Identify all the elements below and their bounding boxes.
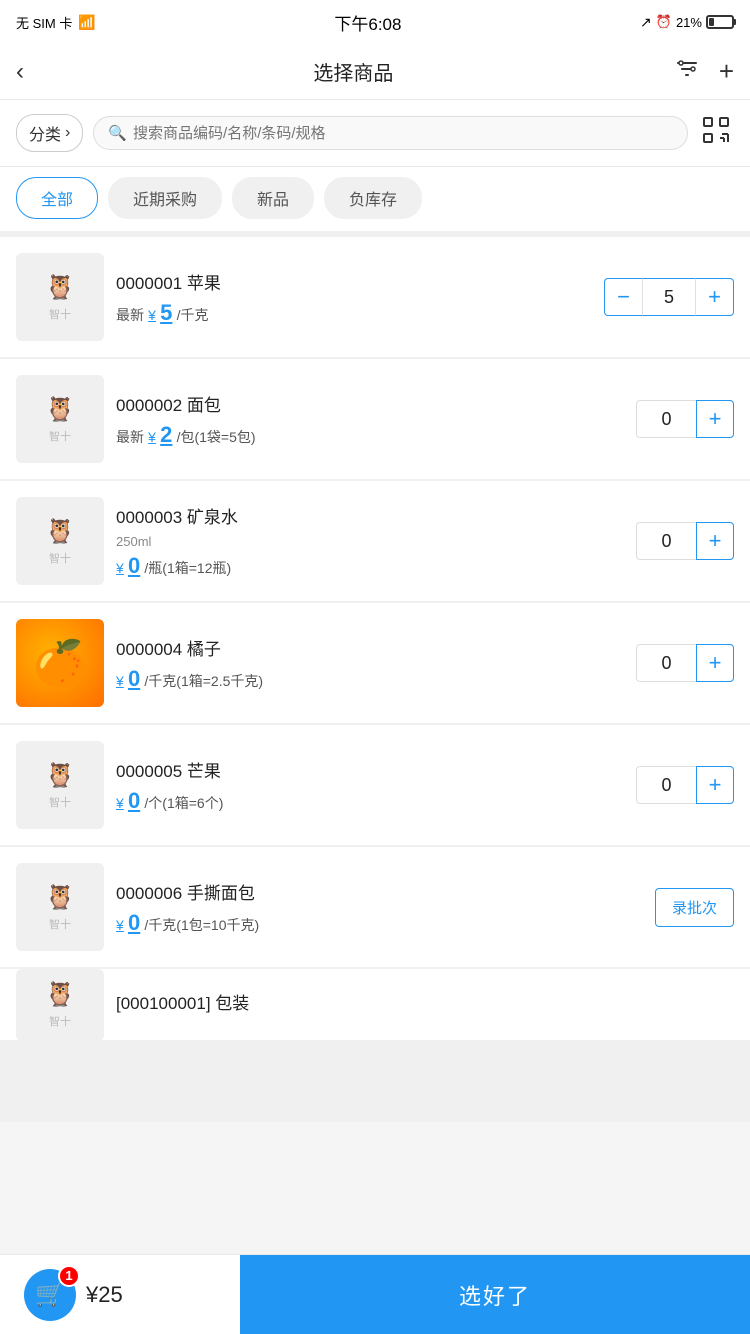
product-price-3: ¥ 0 /瓶(1箱=12瓶) — [116, 553, 624, 579]
product-thumb-7: 🦉 智十 — [16, 969, 104, 1041]
qty-plus-2[interactable]: + — [696, 400, 734, 438]
owl-icon: 🦉 — [45, 517, 75, 546]
add-icon[interactable]: + — [719, 56, 734, 87]
product-info-4: 0000004 橘子 ¥ 0 /千克(1箱=2.5千克) — [116, 635, 624, 692]
tab-new[interactable]: 新品 — [232, 177, 314, 219]
product-item-2: 🦉 智十 0000002 面包 最新 ¥ 2 /包(1袋=5包) + — [0, 359, 750, 480]
product-price-2: 最新 ¥ 2 /包(1袋=5包) — [116, 422, 624, 448]
search-icon: 🔍 — [108, 124, 127, 142]
search-input-wrap: 🔍 — [93, 116, 688, 150]
cart-badge: 1 — [58, 1265, 80, 1287]
alarm-icon: ⏰ — [656, 14, 672, 30]
product-item-6: 🦉 智十 0000006 手撕面包 ¥ 0 /千克(1包=10千克) 录批次 — [0, 847, 750, 968]
battery-icon — [706, 15, 734, 29]
qty-input-2[interactable] — [636, 400, 696, 438]
qty-control-2: + — [636, 400, 734, 438]
filter-tabs: 全部 近期采购 新品 负库存 — [0, 167, 750, 237]
product-name-2: 0000002 面包 — [116, 391, 624, 416]
filter-icon[interactable] — [675, 57, 699, 87]
qty-control-3: + — [636, 522, 734, 560]
tab-all[interactable]: 全部 — [16, 177, 98, 219]
product-price-5: ¥ 0 /个(1箱=6个) — [116, 788, 624, 814]
scan-icon[interactable] — [698, 112, 734, 154]
qty-plus-3[interactable]: + — [696, 522, 734, 560]
product-item-7: 🦉 智十 [000100001] 包装 — [0, 969, 750, 1041]
qty-input-4[interactable] — [636, 644, 696, 682]
product-name-3: 0000003 矿泉水 — [116, 503, 624, 528]
product-name-7: [000100001] 包装 — [116, 989, 734, 1014]
qty-plus-4[interactable]: + — [696, 644, 734, 682]
status-bar: 无 SIM 卡 📶 下午6:08 ↗ ⏰ 21% — [0, 0, 750, 44]
battery-percent: 21% — [676, 15, 702, 30]
product-info-6: 0000006 手撕面包 ¥ 0 /千克(1包=10千克) — [116, 879, 643, 936]
product-price-6: ¥ 0 /千克(1包=10千克) — [116, 910, 643, 936]
product-list: 🦉 智十 0000001 苹果 最新 ¥ 5 /千克 − + 🦉 — [0, 237, 750, 1122]
owl-icon: 🦉 — [45, 883, 75, 912]
product-item-3: 🦉 智十 0000003 矿泉水 250ml ¥ 0 /瓶(1箱=12瓶) + — [0, 481, 750, 602]
product-thumb-4: 🍊 — [16, 619, 104, 707]
owl-icon: 🦉 — [45, 980, 75, 1009]
owl-icon: 🦉 — [45, 273, 75, 302]
category-button[interactable]: 分类 › — [16, 114, 83, 152]
product-spec-3: 250ml — [116, 534, 624, 549]
product-price-4: ¥ 0 /千克(1箱=2.5千克) — [116, 666, 624, 692]
page-title: 选择商品 — [313, 57, 393, 86]
product-name-6: 0000006 手撕面包 — [116, 879, 643, 904]
tab-negative-stock[interactable]: 负库存 — [324, 177, 422, 219]
tab-recent[interactable]: 近期采购 — [108, 177, 222, 219]
location-icon: ↗ — [640, 14, 652, 31]
nav-actions: + — [675, 56, 734, 87]
qty-input-1[interactable] — [642, 278, 696, 316]
qty-input-5[interactable] — [636, 766, 696, 804]
cart-icon: 🛒 — [35, 1280, 65, 1309]
bottom-bar: 🛒 1 ¥25 选好了 — [0, 1254, 750, 1334]
product-item-5: 🦉 智十 0000005 芒果 ¥ 0 /个(1箱=6个) + — [0, 725, 750, 846]
back-button[interactable]: ‹ — [16, 54, 32, 90]
cart-section: 🛒 1 ¥25 — [0, 1269, 240, 1321]
product-item-1: 🦉 智十 0000001 苹果 最新 ¥ 5 /千克 − + — [0, 237, 750, 358]
product-thumb-5: 🦉 智十 — [16, 741, 104, 829]
qty-plus-1[interactable]: + — [696, 278, 734, 316]
status-time: 下午6:08 — [334, 10, 401, 35]
qty-control-5: + — [636, 766, 734, 804]
product-thumb-1: 🦉 智十 — [16, 253, 104, 341]
product-info-1: 0000001 苹果 最新 ¥ 5 /千克 — [116, 269, 592, 326]
qty-control-1: − + — [604, 278, 734, 316]
product-thumb-3: 🦉 智十 — [16, 497, 104, 585]
status-left: 无 SIM 卡 📶 — [16, 13, 96, 32]
product-thumb-2: 🦉 智十 — [16, 375, 104, 463]
product-name-1: 0000001 苹果 — [116, 269, 592, 294]
category-chevron-icon: › — [65, 124, 70, 142]
product-price-1: 最新 ¥ 5 /千克 — [116, 300, 592, 326]
batch-button-6[interactable]: 录批次 — [655, 888, 734, 927]
qty-minus-1[interactable]: − — [604, 278, 642, 316]
product-item-4: 🍊 0000004 橘子 ¥ 0 /千克(1箱=2.5千克) + — [0, 603, 750, 724]
product-info-7: [000100001] 包装 — [116, 989, 734, 1020]
qty-plus-5[interactable]: + — [696, 766, 734, 804]
wifi-icon: 📶 — [78, 14, 95, 31]
product-info-2: 0000002 面包 最新 ¥ 2 /包(1袋=5包) — [116, 391, 624, 448]
cart-total: ¥25 — [86, 1282, 123, 1308]
product-name-5: 0000005 芒果 — [116, 757, 624, 782]
owl-icon: 🦉 — [45, 761, 75, 790]
search-input[interactable] — [133, 125, 673, 142]
confirm-button[interactable]: 选好了 — [240, 1255, 750, 1334]
product-name-4: 0000004 橘子 — [116, 635, 624, 660]
product-info-5: 0000005 芒果 ¥ 0 /个(1箱=6个) — [116, 757, 624, 814]
owl-icon: 🦉 — [45, 395, 75, 424]
cart-button[interactable]: 🛒 1 — [24, 1269, 76, 1321]
nav-bar: ‹ 选择商品 + — [0, 44, 750, 100]
carrier-text: 无 SIM 卡 — [16, 13, 72, 32]
qty-input-3[interactable] — [636, 522, 696, 560]
category-label: 分类 — [29, 121, 61, 145]
search-bar: 分类 › 🔍 — [0, 100, 750, 167]
status-right: ↗ ⏰ 21% — [640, 14, 734, 31]
qty-control-4: + — [636, 644, 734, 682]
product-thumb-6: 🦉 智十 — [16, 863, 104, 951]
product-info-3: 0000003 矿泉水 250ml ¥ 0 /瓶(1箱=12瓶) — [116, 503, 624, 579]
